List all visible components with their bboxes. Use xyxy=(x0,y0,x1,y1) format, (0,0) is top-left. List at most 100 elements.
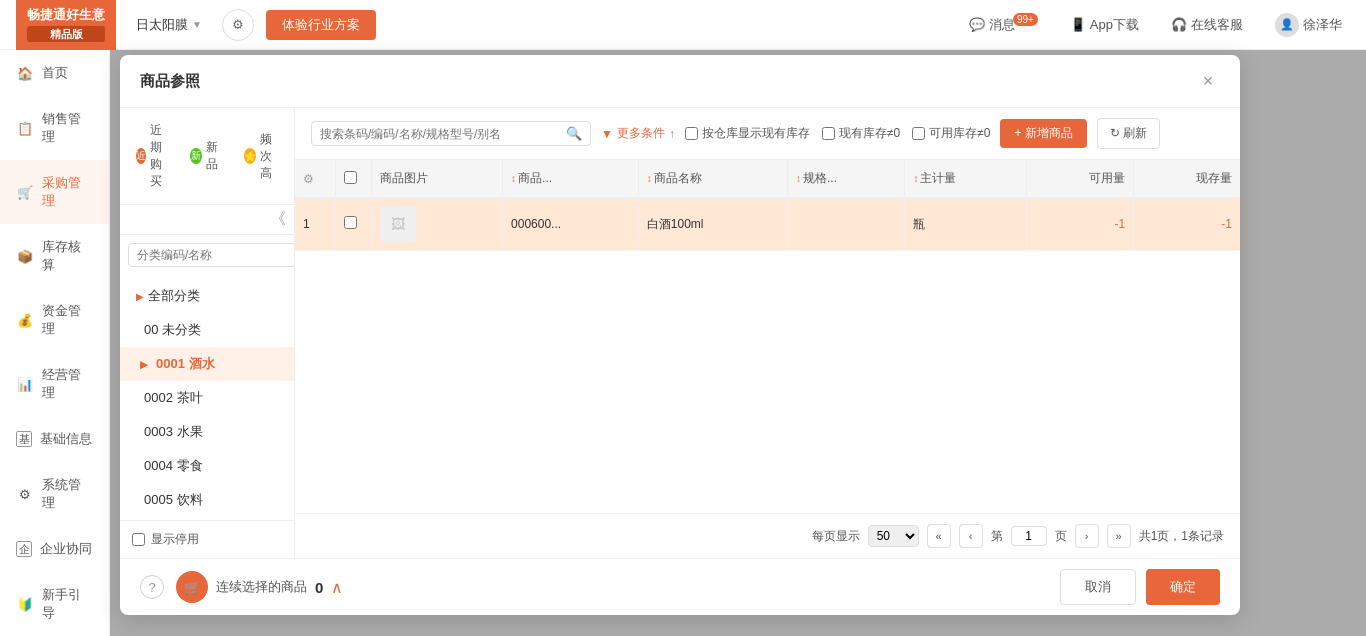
column-settings-icon[interactable]: ⚙ xyxy=(303,172,314,186)
tab-frequent[interactable]: ⭐ 频次高 xyxy=(236,116,286,196)
page-prev-btn[interactable]: ‹ xyxy=(959,524,983,548)
th-unit: ↕ 主计量 xyxy=(905,160,1026,198)
sidebar-item-inventory[interactable]: 📦 库存核算 xyxy=(0,224,109,288)
category-tabs: 近 近期购买 新 新品 ⭐ 频次高 xyxy=(120,108,294,205)
tab-recent-purchase[interactable]: 近 近期购买 xyxy=(128,116,178,196)
modal-dialog: 商品参照 × 近 近期购买 新 新品 ⭐ 频次高 《 xyxy=(120,55,1240,615)
search-icon[interactable]: 🔍 xyxy=(566,126,582,141)
nav-right: 💬 消息 99+ 📱 App下载 🎧 在线客服 👤 徐泽华 xyxy=(961,9,1350,41)
tab-recent-label: 近期购买 xyxy=(150,122,170,190)
cat-item-beverage[interactable]: 0005 饮料 xyxy=(120,483,294,517)
online-service-btn[interactable]: 🎧 在线客服 xyxy=(1163,12,1251,38)
checkbox-warehouse[interactable] xyxy=(685,127,698,140)
user-avatar-icon: 👤 xyxy=(1275,13,1299,37)
message-btn[interactable]: 💬 消息 99+ xyxy=(961,12,1046,38)
checkbox-filters: 按仓库显示现有库存 现有库存≠0 可用库存≠0 xyxy=(685,125,991,142)
app-download-btn[interactable]: 📱 App下载 xyxy=(1062,12,1147,38)
search-bar: 🔍 ▼ 更多条件 ↑ 按仓库显示现有库存 现有库存≠0 xyxy=(295,108,1240,160)
sidebar-item-manage[interactable]: 📊 经营管理 xyxy=(0,352,109,416)
cart-collapse-btn[interactable]: ∧ xyxy=(331,578,343,597)
sidebar-item-sales[interactable]: 📋 销售管理 xyxy=(0,96,109,160)
th-settings: ⚙ xyxy=(295,160,335,198)
nav-dropdown[interactable]: 日太阳膜 ▼ xyxy=(128,12,210,38)
confirm-btn[interactable]: 确定 xyxy=(1146,569,1220,605)
sidebar-item-home[interactable]: 🏠 首页 xyxy=(0,50,109,96)
page-number-input[interactable] xyxy=(1011,526,1047,546)
show-disabled-checkbox[interactable] xyxy=(132,533,145,546)
checkbox-warehouse-label[interactable]: 按仓库显示现有库存 xyxy=(685,125,810,142)
per-page-select[interactable]: 50 100 200 xyxy=(868,525,919,547)
modal-footer: ? 🛒 连续选择的商品 0 ∧ 取消 确定 xyxy=(120,558,1240,615)
cat-item-liquor[interactable]: ▶ 0001 酒水 xyxy=(120,347,294,381)
category-search: 🔍 xyxy=(120,235,294,275)
info-icon: 基 xyxy=(16,431,32,447)
recent-icon: 近 xyxy=(136,148,146,164)
sidebar-item-system[interactable]: ⚙ 系统管理 xyxy=(0,462,109,526)
filter-more-btn[interactable]: ▼ 更多条件 ↑ xyxy=(601,125,675,142)
help-icon[interactable]: ? xyxy=(140,575,164,599)
tab-new-label: 新品 xyxy=(206,139,224,173)
cancel-btn[interactable]: 取消 xyxy=(1060,569,1136,605)
cat-item-all[interactable]: ▶ 全部分类 xyxy=(120,279,294,313)
refresh-btn[interactable]: ↻ 刷新 xyxy=(1097,118,1160,149)
tab-new-products[interactable]: 新 新品 xyxy=(182,116,232,196)
table-row[interactable]: 1 🖼 000600... 白酒100ml xyxy=(295,198,1240,251)
cart-area: 🛒 连续选择的商品 0 ∧ xyxy=(176,571,343,603)
cat-item-uncategorized[interactable]: 00 未分类 xyxy=(120,313,294,347)
select-all-checkbox[interactable] xyxy=(344,171,357,184)
sort-icon2: ↕ xyxy=(647,173,652,184)
page-label2: 页 xyxy=(1055,528,1067,545)
td-index: 1 xyxy=(295,198,335,251)
cat-item-snack[interactable]: 0004 零食 xyxy=(120,449,294,483)
add-product-btn[interactable]: + 新增商品 xyxy=(1000,119,1086,148)
inventory-icon: 📦 xyxy=(16,247,34,265)
experience-btn[interactable]: 体验行业方案 xyxy=(266,10,376,40)
sidebar-item-purchase[interactable]: 🛒 采购管理 xyxy=(0,160,109,224)
show-disabled-area: 显示停用 xyxy=(120,520,294,558)
nav-dropdown-text: 日太阳膜 xyxy=(136,16,188,34)
refresh-icon: ↻ xyxy=(1110,126,1120,140)
category-search-input[interactable] xyxy=(128,243,295,267)
product-search-input[interactable] xyxy=(320,127,566,141)
logo: 畅捷通好生意 精品版 xyxy=(16,0,116,50)
sort-icon: ↕ xyxy=(511,173,516,184)
category-list: ▶ 全部分类 00 未分类 ▶ 0001 酒水 0002 茶叶 0003 水果 xyxy=(120,275,294,520)
message-label: 消息 xyxy=(989,16,1015,34)
cat-item-tea[interactable]: 0002 茶叶 xyxy=(120,381,294,415)
th-checkbox xyxy=(335,160,371,198)
page-next-btn[interactable]: › xyxy=(1075,524,1099,548)
sidebar-item-info[interactable]: 基 基础信息 xyxy=(0,416,109,462)
cat-item-fruit[interactable]: 0003 水果 xyxy=(120,415,294,449)
page-first-btn[interactable]: « xyxy=(927,524,951,548)
total-text: 共1页，1条记录 xyxy=(1139,528,1224,545)
page-last-btn[interactable]: » xyxy=(1107,524,1131,548)
modal-close-btn[interactable]: × xyxy=(1196,69,1220,93)
checkbox-available-text: 现有库存≠0 xyxy=(839,125,900,142)
fund-icon: 💰 xyxy=(16,311,34,329)
settings-icon[interactable]: ⚙ xyxy=(222,9,254,41)
cart-icon-btn[interactable]: 🛒 xyxy=(176,571,208,603)
checkbox-usable-label[interactable]: 可用库存≠0 xyxy=(912,125,990,142)
sidebar-item-collab[interactable]: 企 企业协同 xyxy=(0,526,109,572)
show-disabled-label: 显示停用 xyxy=(151,531,199,548)
sidebar-item-fund[interactable]: 💰 资金管理 xyxy=(0,288,109,352)
purchase-icon: 🛒 xyxy=(16,183,34,201)
tab-frequent-label: 频次高 xyxy=(260,131,278,182)
category-panel: 近 近期购买 新 新品 ⭐ 频次高 《 🔍 xyxy=(120,108,295,558)
sort-icon3: ↕ xyxy=(796,173,801,184)
row-checkbox[interactable] xyxy=(344,216,357,229)
sidebar-label-purchase: 采购管理 xyxy=(42,174,93,210)
checkbox-usable[interactable] xyxy=(912,127,925,140)
headset-icon: 🎧 xyxy=(1171,17,1187,32)
checkbox-available-label[interactable]: 现有库存≠0 xyxy=(822,125,900,142)
collapse-category-btn[interactable]: 《 xyxy=(270,209,286,230)
cat-label-liquor: 0001 酒水 xyxy=(156,355,215,373)
th-code: ↕ 商品... xyxy=(503,160,639,198)
sales-icon: 📋 xyxy=(16,119,34,137)
filter-arrow-icon: ↑ xyxy=(669,127,675,141)
modal-body: 近 近期购买 新 新品 ⭐ 频次高 《 🔍 xyxy=(120,108,1240,558)
per-page-label: 每页显示 xyxy=(812,528,860,545)
checkbox-available[interactable] xyxy=(822,127,835,140)
user-btn[interactable]: 👤 徐泽华 xyxy=(1267,9,1350,41)
sidebar-item-guide[interactable]: 🔰 新手引导 xyxy=(0,572,109,636)
